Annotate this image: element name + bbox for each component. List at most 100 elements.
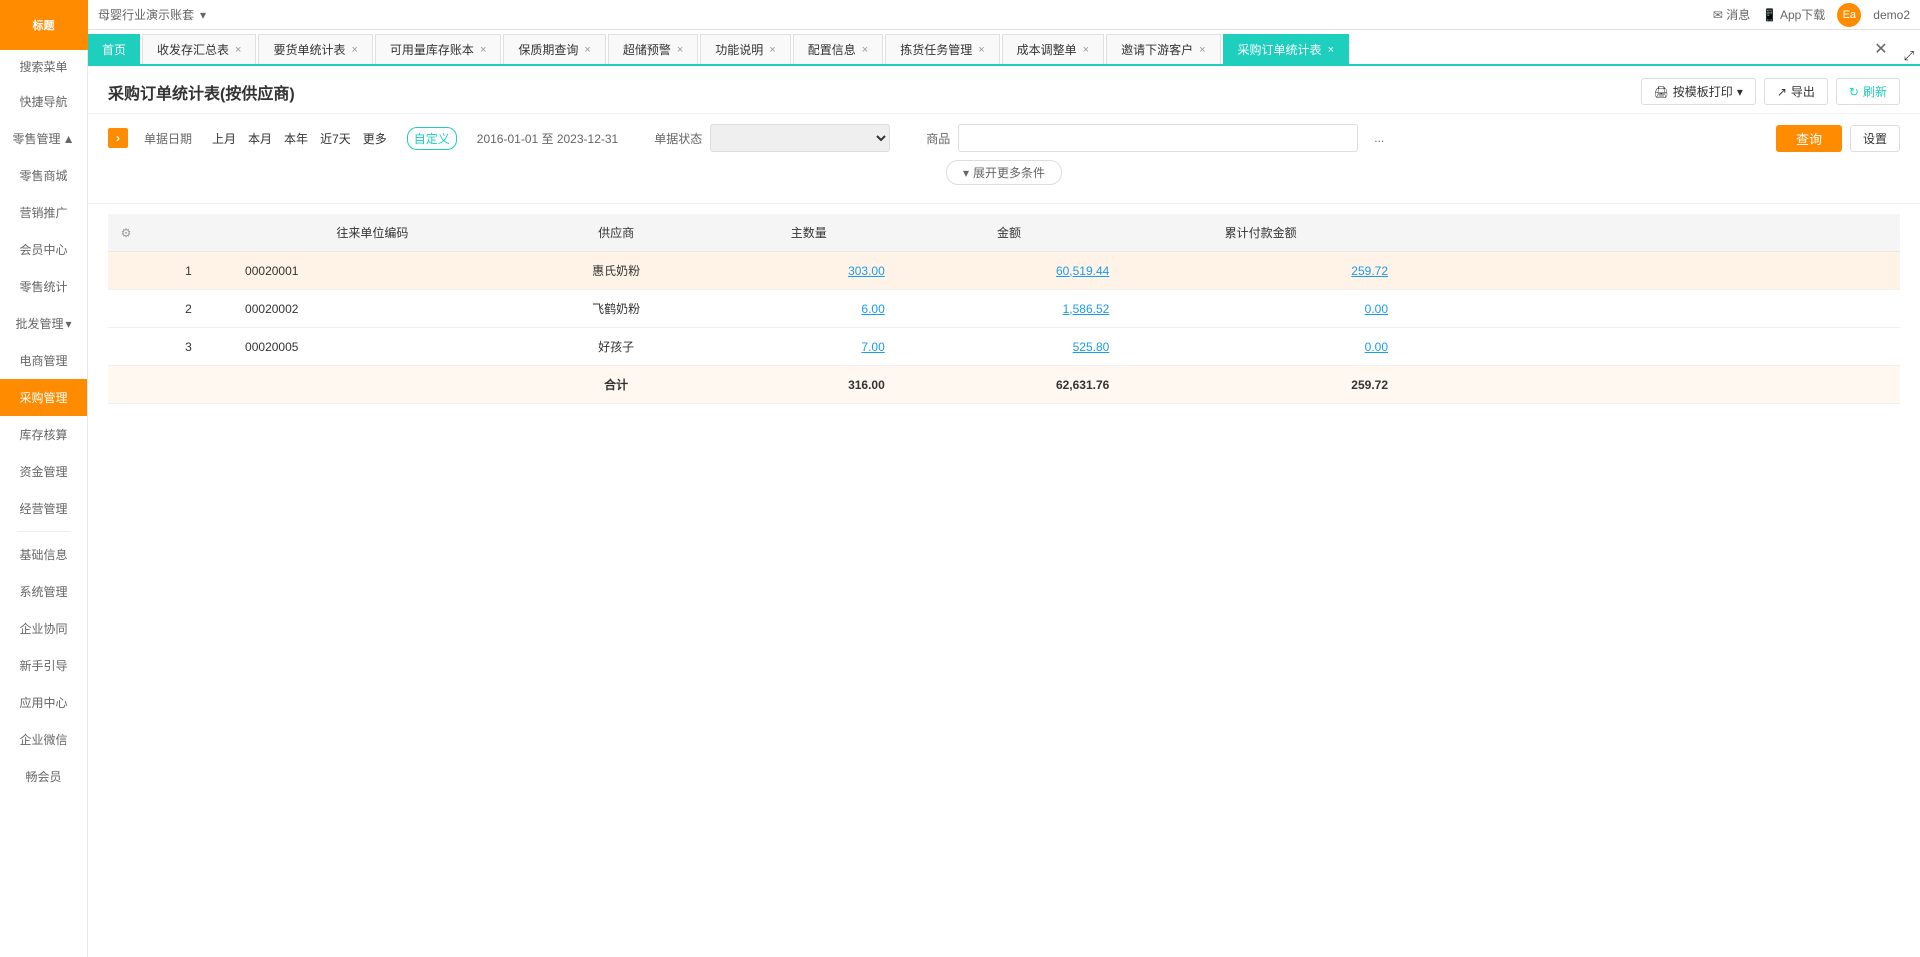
app-download-btn[interactable]: 📱 App下载 bbox=[1762, 6, 1825, 23]
footer-row: 合计 316.00 62,631.76 259.72 bbox=[108, 366, 1900, 404]
tab-picking-task[interactable]: 拣货任务管理 × bbox=[885, 34, 999, 64]
maximize-btn[interactable]: ⤢ bbox=[1898, 48, 1920, 64]
sidebar-item-vip[interactable]: 畅会员 bbox=[0, 758, 87, 795]
sidebar-item-fund-mgmt[interactable]: 资金管理 bbox=[0, 453, 87, 490]
tab-close-icon[interactable]: × bbox=[351, 44, 357, 56]
tab-feature-desc[interactable]: 功能说明 × bbox=[700, 34, 790, 64]
tab-close-icon[interactable]: × bbox=[584, 44, 590, 56]
sidebar-item-retail-stats[interactable]: 零售统计 bbox=[0, 268, 87, 305]
print-dropdown-icon[interactable]: ▾ bbox=[1737, 85, 1743, 99]
sidebar-item-app-center[interactable]: 应用中心 bbox=[0, 684, 87, 721]
sidebar-item-search[interactable]: 搜索菜单 bbox=[0, 50, 87, 83]
paid-amount-link[interactable]: 259.72 bbox=[1351, 264, 1388, 278]
export-button[interactable]: ↗ 导出 bbox=[1764, 78, 1828, 105]
main-qty-link[interactable]: 303.00 bbox=[848, 264, 885, 278]
workspace-dropdown-icon[interactable]: ▾ bbox=[200, 8, 206, 22]
user-avatar[interactable]: Ea bbox=[1837, 3, 1861, 27]
col-paid-amount: 累计付款金额 bbox=[1121, 214, 1400, 252]
top-nav-actions: ✉ 消息 📱 App下载 Ea demo2 bbox=[1713, 3, 1910, 27]
tab-purchase-order-summary[interactable]: 采购订单统计表 × bbox=[1223, 34, 1349, 64]
amount-link[interactable]: 525.80 bbox=[1073, 340, 1110, 354]
main-qty-link[interactable]: 7.00 bbox=[861, 340, 884, 354]
sidebar-item-enterprise-wechat[interactable]: 企业微信 bbox=[0, 721, 87, 758]
sidebar-item-mkt-promo[interactable]: 营销推广 bbox=[0, 194, 87, 231]
table-row[interactable]: 3 00020005 好孩子 7.00 525.80 0.00 bbox=[108, 328, 1900, 366]
sidebar-item-ops-mgmt[interactable]: 经营管理 bbox=[0, 490, 87, 527]
tab-order-summary[interactable]: 要货单统计表 × bbox=[258, 34, 372, 64]
shortcut-7days[interactable]: 近7天 bbox=[316, 128, 355, 149]
tab-close-icon[interactable]: × bbox=[235, 44, 241, 56]
tab-receive-summary[interactable]: 收发存汇总表 × bbox=[142, 34, 256, 64]
gear-icon[interactable]: ⚙ bbox=[121, 226, 132, 240]
sidebar-item-inventory-check[interactable]: 库存核算 bbox=[0, 416, 87, 453]
sidebar-item-wholesale-mgmt[interactable]: 批发管理 ▾ bbox=[0, 305, 87, 342]
app-logo: 标题 bbox=[0, 0, 88, 50]
paid-amount-link[interactable]: 0.00 bbox=[1365, 340, 1388, 354]
more-conditions-btn[interactable]: ... bbox=[1366, 129, 1392, 147]
tab-label: 拣货任务管理 bbox=[900, 41, 972, 58]
sidebar-item-enterprise-collab[interactable]: 企业协同 bbox=[0, 610, 87, 647]
sidebar-item-purchase-mgmt[interactable]: 采购管理 bbox=[0, 379, 87, 416]
tab-warranty-query[interactable]: 保质期查询 × bbox=[503, 34, 605, 64]
custom-date-btn[interactable]: 自定义 bbox=[407, 127, 457, 150]
footer-extra bbox=[1400, 366, 1900, 404]
tab-label: 邀请下游客户 bbox=[1121, 41, 1193, 58]
table-row[interactable]: 2 00020002 飞鹤奶粉 6.00 1,586.52 0.00 bbox=[108, 290, 1900, 328]
shortcut-more[interactable]: 更多 bbox=[359, 128, 391, 149]
tab-invite-downstream[interactable]: 邀请下游客户 × bbox=[1106, 34, 1220, 64]
shortcut-this-month[interactable]: 本月 bbox=[244, 128, 276, 149]
amount-link[interactable]: 1,586.52 bbox=[1063, 302, 1110, 316]
sidebar-item-basic-info[interactable]: 基础信息 bbox=[0, 536, 87, 573]
message-btn[interactable]: ✉ 消息 bbox=[1713, 6, 1750, 23]
print-button[interactable]: 🖨 按模板打印 ▾ bbox=[1641, 78, 1756, 105]
refresh-button[interactable]: ↻ 刷新 bbox=[1836, 78, 1900, 105]
tab-close-icon[interactable]: × bbox=[769, 44, 775, 56]
cell-extra bbox=[1400, 290, 1900, 328]
goods-filter-wrapper: 商品 ... bbox=[926, 124, 1392, 152]
workspace-label: 母婴行业演示账套 bbox=[98, 6, 194, 23]
table-row[interactable]: 1 00020001 惠氏奶粉 303.00 60,519.44 259.72 bbox=[108, 252, 1900, 290]
tab-close-icon[interactable]: × bbox=[480, 44, 486, 56]
username[interactable]: demo2 bbox=[1873, 8, 1910, 22]
tab-available-inventory[interactable]: 可用量库存账本 × bbox=[375, 34, 501, 64]
cell-unit-code: 00020001 bbox=[233, 252, 512, 290]
amount-link[interactable]: 60,519.44 bbox=[1056, 264, 1109, 278]
tab-config-info[interactable]: 配置信息 × bbox=[793, 34, 883, 64]
sidebar-item-retail-shop[interactable]: 零售商城 bbox=[0, 157, 87, 194]
setting-button[interactable]: 设置 bbox=[1850, 125, 1900, 152]
tab-close-icon[interactable]: × bbox=[1199, 44, 1205, 56]
sidebar-item-quick-nav[interactable]: 快捷导航 bbox=[0, 83, 87, 120]
sidebar-item-retail-mgmt[interactable]: 零售管理 ▲ bbox=[0, 120, 87, 157]
close-all-tabs-btn[interactable]: ✕ bbox=[1864, 34, 1897, 64]
shortcut-this-year[interactable]: 本年 bbox=[280, 128, 312, 149]
footer-index bbox=[144, 366, 233, 404]
expand-more-btn[interactable]: ▾ 展开更多条件 bbox=[946, 160, 1062, 185]
sidebar-item-member-center[interactable]: 会员中心 bbox=[0, 231, 87, 268]
col-settings[interactable]: ⚙ bbox=[108, 214, 144, 252]
shortcut-last-month[interactable]: 上月 bbox=[208, 128, 240, 149]
tab-close-icon[interactable]: × bbox=[677, 44, 683, 56]
paid-amount-link[interactable]: 0.00 bbox=[1365, 302, 1388, 316]
query-button[interactable]: 查询 bbox=[1776, 125, 1842, 152]
filter-toggle-btn[interactable]: › bbox=[108, 128, 128, 148]
cell-index: 1 bbox=[144, 252, 233, 290]
sidebar-item-new-guide[interactable]: 新手引导 bbox=[0, 647, 87, 684]
tab-close-icon[interactable]: × bbox=[1083, 44, 1089, 56]
sidebar-item-sys-mgmt[interactable]: 系统管理 bbox=[0, 573, 87, 610]
cell-paid-amount: 0.00 bbox=[1121, 328, 1400, 366]
filter-row-1: › 单据日期 上月 本月 本年 近7天 更多 自定义 2016-01-01 至 … bbox=[108, 124, 1900, 152]
goods-input[interactable] bbox=[958, 124, 1358, 152]
tab-overstock-alert[interactable]: 超储预警 × bbox=[608, 34, 698, 64]
tab-close-icon[interactable]: × bbox=[978, 44, 984, 56]
status-select[interactable] bbox=[710, 124, 890, 152]
tab-close-icon[interactable]: × bbox=[1328, 44, 1334, 56]
sidebar-item-ecom-mgmt[interactable]: 电商管理 bbox=[0, 342, 87, 379]
tab-close-icon[interactable]: × bbox=[862, 44, 868, 56]
cell-amount: 1,586.52 bbox=[897, 290, 1122, 328]
tab-cost-adjust[interactable]: 成本调整单 × bbox=[1002, 34, 1104, 64]
col-extra bbox=[1400, 214, 1900, 252]
main-qty-link[interactable]: 6.00 bbox=[861, 302, 884, 316]
status-label: 单据状态 bbox=[654, 130, 702, 147]
tab-home[interactable]: 首页 bbox=[88, 34, 140, 64]
workspace-selector[interactable]: 母婴行业演示账套 ▾ bbox=[98, 6, 206, 23]
